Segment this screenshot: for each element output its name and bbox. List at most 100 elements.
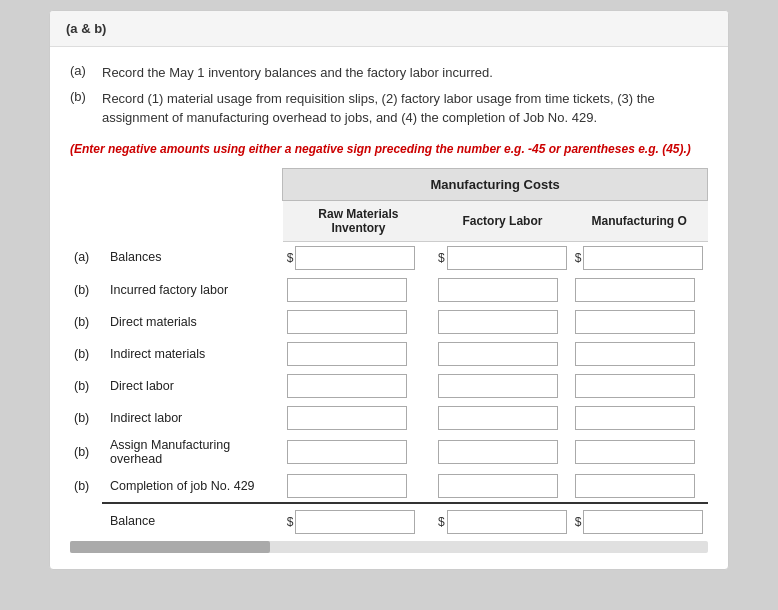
balance-input-factory-labor[interactable] (447, 510, 567, 534)
row-letter-0: (a) (70, 241, 102, 274)
dollar-sign-raw-materials-0: $ (287, 251, 294, 265)
input-mfg-overhead-6[interactable] (575, 440, 695, 464)
input-cell-factory-labor-0: $ (434, 241, 571, 274)
table-row: (b)Assign Manufacturing overhead (70, 434, 708, 470)
input-raw-materials-0[interactable] (295, 246, 415, 270)
main-header-row: Manufacturing Costs (70, 168, 708, 200)
row-letter-2: (b) (70, 306, 102, 338)
row-label-6: Assign Manufacturing overhead (102, 434, 283, 470)
input-cell-mfg-overhead-0: $ (571, 241, 708, 274)
input-cell-factory-labor-2 (434, 306, 571, 338)
input-cell-raw-materials-7 (283, 470, 434, 503)
input-cell-mfg-overhead-7 (571, 470, 708, 503)
table-row: (b)Direct materials (70, 306, 708, 338)
input-cell-factory-labor-7 (434, 470, 571, 503)
input-cell-factory-labor-6 (434, 434, 571, 470)
instruction-b-text: Record (1) material usage from requisiti… (102, 89, 708, 128)
balance-input-cell-raw-materials: $ (283, 503, 434, 537)
input-factory-labor-3[interactable] (438, 342, 558, 366)
row-label-3: Indirect materials (102, 338, 283, 370)
input-raw-materials-7[interactable] (287, 474, 407, 498)
table-row: (b)Indirect materials (70, 338, 708, 370)
input-cell-factory-labor-1 (434, 274, 571, 306)
row-label-1: Incurred factory labor (102, 274, 283, 306)
content-area: (a) Record the May 1 inventory balances … (50, 47, 728, 569)
input-raw-materials-2[interactable] (287, 310, 407, 334)
scrollbar[interactable] (70, 541, 708, 553)
row-letter-5: (b) (70, 402, 102, 434)
input-mfg-overhead-0[interactable] (583, 246, 703, 270)
input-factory-labor-2[interactable] (438, 310, 558, 334)
instruction-a: (a) Record the May 1 inventory balances … (70, 63, 708, 83)
table-wrapper: Manufacturing Costs Raw Materials Invent… (70, 168, 708, 537)
instruction-b: (b) Record (1) material usage from requi… (70, 89, 708, 128)
balance-input-cell-factory-labor: $ (434, 503, 571, 537)
input-mfg-overhead-5[interactable] (575, 406, 695, 430)
input-cell-raw-materials-2 (283, 306, 434, 338)
input-factory-labor-6[interactable] (438, 440, 558, 464)
input-factory-labor-1[interactable] (438, 278, 558, 302)
table-row: (b)Incurred factory labor (70, 274, 708, 306)
table-row: (a)Balances $ $ $ (70, 241, 708, 274)
instruction-a-text: Record the May 1 inventory balances and … (102, 63, 493, 83)
col-header-mfg-overhead: Manufacturing O (571, 200, 708, 241)
row-letter-6: (b) (70, 434, 102, 470)
balance-letter (70, 503, 102, 537)
table-row: (b)Completion of job No. 429 (70, 470, 708, 503)
input-mfg-overhead-3[interactable] (575, 342, 695, 366)
row-label-7: Completion of job No. 429 (102, 470, 283, 503)
dollar-sign-factory-labor-0: $ (438, 251, 445, 265)
balance-input-raw-materials[interactable] (295, 510, 415, 534)
input-factory-labor-4[interactable] (438, 374, 558, 398)
dollar-sign-mfg-overhead-0: $ (575, 251, 582, 265)
section-title: (a & b) (66, 21, 106, 36)
input-cell-raw-materials-5 (283, 402, 434, 434)
input-cell-mfg-overhead-6 (571, 434, 708, 470)
row-letter-7: (b) (70, 470, 102, 503)
input-cell-raw-materials-1 (283, 274, 434, 306)
input-cell-raw-materials-3 (283, 338, 434, 370)
input-mfg-overhead-7[interactable] (575, 474, 695, 498)
input-cell-factory-labor-5 (434, 402, 571, 434)
balance-input-mfg-overhead[interactable] (583, 510, 703, 534)
row-label-0: Balances (102, 241, 283, 274)
input-raw-materials-3[interactable] (287, 342, 407, 366)
row-letter-1: (b) (70, 274, 102, 306)
input-cell-raw-materials-4 (283, 370, 434, 402)
balance-dollar-raw-materials: $ (287, 515, 294, 529)
balance-dollar-factory-labor: $ (438, 515, 445, 529)
input-cell-raw-materials-0: $ (283, 241, 434, 274)
col-header-raw-materials: Raw Materials Inventory (283, 200, 434, 241)
input-mfg-overhead-2[interactable] (575, 310, 695, 334)
input-cell-factory-labor-4 (434, 370, 571, 402)
input-cell-factory-labor-3 (434, 338, 571, 370)
input-mfg-overhead-1[interactable] (575, 278, 695, 302)
input-raw-materials-5[interactable] (287, 406, 407, 430)
input-cell-mfg-overhead-3 (571, 338, 708, 370)
section-header: (a & b) (50, 11, 728, 47)
input-raw-materials-1[interactable] (287, 278, 407, 302)
negative-note: (Enter negative amounts using either a n… (70, 142, 708, 156)
row-letter-3: (b) (70, 338, 102, 370)
table-row: (b)Indirect labor (70, 402, 708, 434)
input-cell-mfg-overhead-2 (571, 306, 708, 338)
balance-row: Balance$$$ (70, 503, 708, 537)
sub-header-row: Raw Materials Inventory Factory Labor Ma… (70, 200, 708, 241)
row-label-5: Indirect labor (102, 402, 283, 434)
data-table: Manufacturing Costs Raw Materials Invent… (70, 168, 708, 537)
input-factory-labor-0[interactable] (447, 246, 567, 270)
input-cell-mfg-overhead-1 (571, 274, 708, 306)
input-factory-labor-7[interactable] (438, 474, 558, 498)
page-container: (a & b) (a) Record the May 1 inventory b… (49, 10, 729, 570)
instruction-a-label: (a) (70, 63, 102, 83)
input-raw-materials-4[interactable] (287, 374, 407, 398)
scrollbar-thumb[interactable] (70, 541, 270, 553)
input-mfg-overhead-4[interactable] (575, 374, 695, 398)
balance-dollar-mfg-overhead: $ (575, 515, 582, 529)
input-factory-labor-5[interactable] (438, 406, 558, 430)
instruction-b-label: (b) (70, 89, 102, 128)
input-cell-raw-materials-6 (283, 434, 434, 470)
main-header-cell: Manufacturing Costs (283, 168, 708, 200)
col-header-factory-labor: Factory Labor (434, 200, 571, 241)
input-raw-materials-6[interactable] (287, 440, 407, 464)
